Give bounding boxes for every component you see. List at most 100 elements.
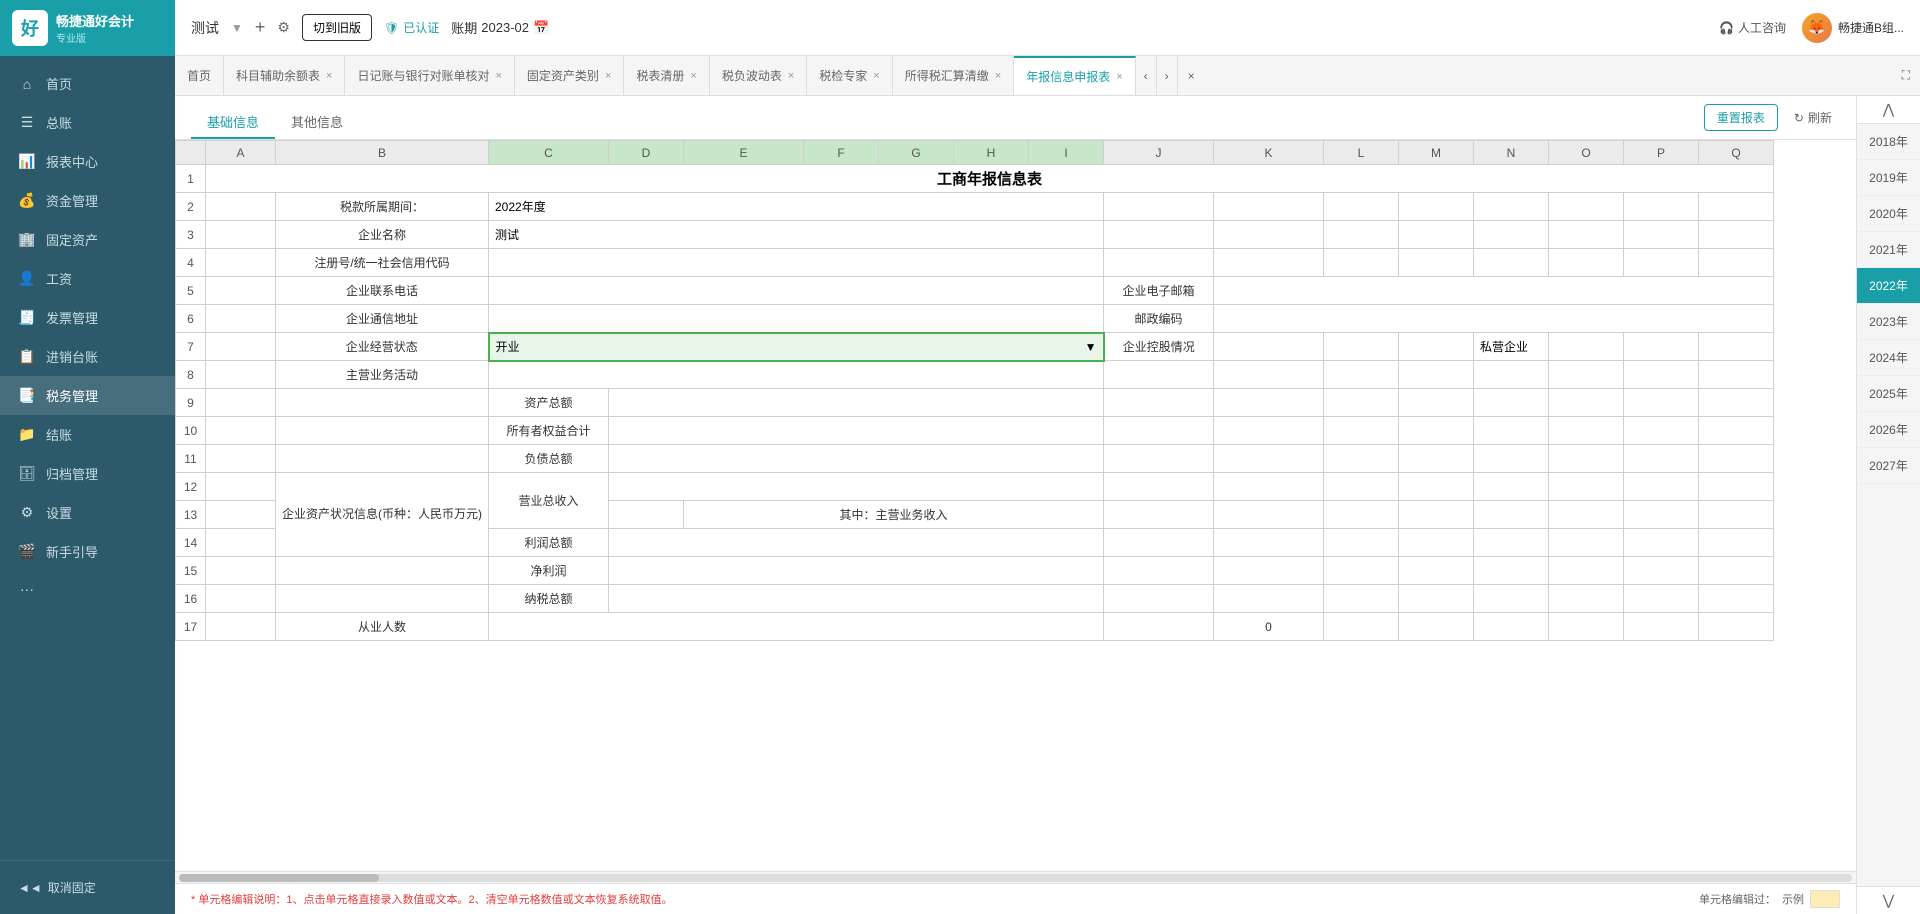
cell-13-P[interactable]: [1624, 501, 1699, 529]
support-button[interactable]: 🎧 人工咨询: [1719, 19, 1786, 36]
year-item-2024[interactable]: 2024年: [1857, 340, 1920, 376]
cell-10-K[interactable]: [1214, 417, 1324, 445]
spreadsheet-container[interactable]: A B C D E F G H I J K L M: [175, 140, 1856, 871]
col-header-C[interactable]: C: [489, 141, 609, 165]
tab-close-icon[interactable]: ×: [788, 70, 794, 82]
cell-7-P[interactable]: [1624, 333, 1699, 361]
cell-15-K[interactable]: [1214, 557, 1324, 585]
col-header-Q[interactable]: Q: [1699, 141, 1774, 165]
cell-3-A[interactable]: [206, 221, 276, 249]
cell-12-C-merged[interactable]: 营业总收入: [489, 473, 609, 529]
year-item-2025[interactable]: 2025年: [1857, 376, 1920, 412]
cell-2-O[interactable]: [1549, 193, 1624, 221]
cell-13-M[interactable]: [1399, 501, 1474, 529]
cell-4-A[interactable]: [206, 249, 276, 277]
cell-15-J[interactable]: [1104, 557, 1214, 585]
scrollbar-track[interactable]: [179, 874, 1852, 882]
cell-15-L[interactable]: [1324, 557, 1399, 585]
cell-12-O[interactable]: [1549, 473, 1624, 501]
cell-13-L[interactable]: [1324, 501, 1399, 529]
cell-6-K[interactable]: [1214, 305, 1774, 333]
year-item-2027[interactable]: 2027年: [1857, 448, 1920, 484]
cell-11-M[interactable]: [1399, 445, 1474, 473]
cell-15-B[interactable]: [276, 557, 489, 585]
cell-5-B[interactable]: 企业联系电话: [276, 277, 489, 305]
tab-close-icon[interactable]: ×: [873, 70, 879, 82]
cell-10-L[interactable]: [1324, 417, 1399, 445]
cell-8-C[interactable]: [489, 361, 1104, 389]
cell-5-C[interactable]: [489, 277, 1104, 305]
cell-12-P[interactable]: [1624, 473, 1699, 501]
year-item-2021[interactable]: 2021年: [1857, 232, 1920, 268]
sidebar-item-archive[interactable]: 🗄 归档管理: [0, 454, 175, 493]
cell-11-J[interactable]: [1104, 445, 1214, 473]
cell-11-O[interactable]: [1549, 445, 1624, 473]
horizontal-scrollbar[interactable]: [175, 871, 1856, 883]
cell-10-D[interactable]: [609, 417, 1104, 445]
dropdown-arrow-icon[interactable]: ▼: [1085, 340, 1097, 354]
cell-13-Q[interactable]: [1699, 501, 1774, 529]
cell-16-M[interactable]: [1399, 585, 1474, 613]
year-scroll-down-button[interactable]: ⋁: [1857, 886, 1920, 914]
cell-11-P[interactable]: [1624, 445, 1699, 473]
cell-7-M[interactable]: [1399, 333, 1474, 361]
cell-13-O[interactable]: [1549, 501, 1624, 529]
cell-9-L[interactable]: [1324, 389, 1399, 417]
cell-2-K[interactable]: [1214, 193, 1324, 221]
tab-close-icon[interactable]: ×: [995, 70, 1001, 82]
reset-report-button[interactable]: 重置报表: [1704, 104, 1778, 131]
cell-14-M[interactable]: [1399, 529, 1474, 557]
cell-14-K[interactable]: [1214, 529, 1324, 557]
cell-10-J[interactable]: [1104, 417, 1214, 445]
cell-8-Q[interactable]: [1699, 361, 1774, 389]
cell-4-Q[interactable]: [1699, 249, 1774, 277]
cell-11-B[interactable]: [276, 445, 489, 473]
tab-close-icon[interactable]: ×: [495, 70, 501, 82]
cell-16-B[interactable]: [276, 585, 489, 613]
cell-2-L[interactable]: [1324, 193, 1399, 221]
tab-prev-button[interactable]: ‹: [1136, 56, 1157, 96]
cell-14-O[interactable]: [1549, 529, 1624, 557]
tab-tax-fluctuation[interactable]: 税负波动表 ×: [710, 56, 807, 96]
cell-14-D[interactable]: [609, 529, 1104, 557]
cell-15-O[interactable]: [1549, 557, 1624, 585]
sidebar-item-salary[interactable]: 👤 工资: [0, 259, 175, 298]
cell-3-K[interactable]: [1214, 221, 1324, 249]
cell-12-J[interactable]: [1104, 473, 1214, 501]
sidebar-item-ledger[interactable]: ☰ 总账: [0, 103, 175, 142]
cell-16-K[interactable]: [1214, 585, 1324, 613]
cell-9-O[interactable]: [1549, 389, 1624, 417]
cell-2-Q[interactable]: [1699, 193, 1774, 221]
cell-8-A[interactable]: [206, 361, 276, 389]
cell-11-Q[interactable]: [1699, 445, 1774, 473]
cell-13-A[interactable]: [206, 501, 276, 529]
calendar-icon[interactable]: 📅: [533, 20, 549, 36]
sub-tab-other[interactable]: 其他信息: [275, 106, 359, 139]
dropdown-arrow-icon[interactable]: ▼: [231, 21, 243, 35]
cell-10-A[interactable]: [206, 417, 276, 445]
cell-15-A[interactable]: [206, 557, 276, 585]
tab-close-icon[interactable]: ×: [326, 70, 332, 82]
tab-close-icon[interactable]: ×: [605, 70, 611, 82]
cell-13-N[interactable]: [1474, 501, 1549, 529]
cell-6-A[interactable]: [206, 305, 276, 333]
spreadsheet-title[interactable]: 工商年报信息表: [206, 165, 1774, 193]
refresh-button[interactable]: ↻ 刷新: [1786, 104, 1840, 131]
col-header-A[interactable]: A: [206, 141, 276, 165]
cell-10-C[interactable]: 所有者权益合计: [489, 417, 609, 445]
year-item-2022[interactable]: 2022年: [1857, 268, 1920, 304]
cell-14-Q[interactable]: [1699, 529, 1774, 557]
cell-7-L[interactable]: [1324, 333, 1399, 361]
cell-8-O[interactable]: [1549, 361, 1624, 389]
cell-14-P[interactable]: [1624, 529, 1699, 557]
sidebar-item-close[interactable]: 📁 结账: [0, 415, 175, 454]
cell-8-J[interactable]: [1104, 361, 1214, 389]
year-item-2019[interactable]: 2019年: [1857, 160, 1920, 196]
cell-9-K[interactable]: [1214, 389, 1324, 417]
sidebar-item-assets[interactable]: 🏢 固定资产: [0, 220, 175, 259]
cell-7-O[interactable]: [1549, 333, 1624, 361]
sidebar-item-guide[interactable]: 🎬 新手引导: [0, 532, 175, 571]
cell-8-B[interactable]: 主营业务活动: [276, 361, 489, 389]
cell-9-N[interactable]: [1474, 389, 1549, 417]
cell-3-Q[interactable]: [1699, 221, 1774, 249]
